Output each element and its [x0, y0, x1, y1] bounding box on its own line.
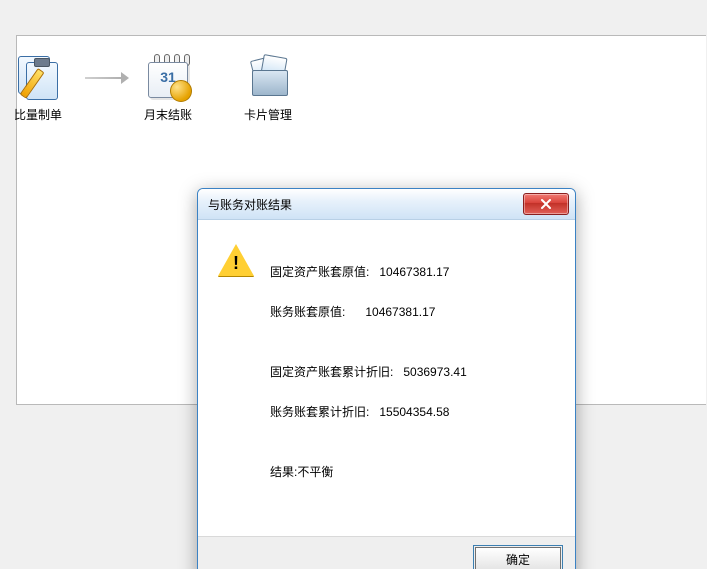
value-fin-original: 10467381.17: [365, 305, 435, 319]
tool-card-management[interactable]: 卡片管理: [233, 54, 303, 123]
tool-label: 卡片管理: [244, 106, 292, 123]
workflow-arrow: [73, 54, 133, 102]
value-fa-original: 10467381.17: [379, 265, 449, 279]
dialog-titlebar[interactable]: 与账务对账结果: [198, 189, 575, 220]
tool-label: 月末结账: [144, 106, 192, 123]
value-fa-depr: 5036973.41: [403, 365, 466, 379]
value-fin-depr: 15504354.58: [379, 405, 449, 419]
reconciliation-dialog: 与账务对账结果 ! 固定资产账套原值: 10467381.17 账务账套原值: …: [197, 188, 576, 569]
cardbox-icon: [244, 54, 292, 102]
dialog-title: 与账务对账结果: [208, 196, 292, 213]
tool-month-end-close[interactable]: 31 月末结账: [133, 54, 203, 123]
workflow-toolbar: 比量制单 31 月末结账: [3, 54, 303, 123]
ok-button[interactable]: 确定: [475, 547, 561, 569]
tool-label: 比量制单: [14, 106, 62, 123]
dialog-footer: 确定: [198, 536, 575, 569]
dialog-body: ! 固定资产账套原值: 10467381.17 账务账套原值: 10467381…: [198, 220, 575, 536]
warning-icon: !: [218, 244, 254, 522]
dialog-message: 固定资产账套原值: 10467381.17 账务账套原值: 10467381.1…: [270, 242, 467, 522]
arrow-icon: [85, 77, 121, 79]
value-result: 不平衡: [297, 465, 333, 479]
app-stage: 比量制单 31 月末结账: [0, 0, 707, 569]
clipboard-icon: [14, 54, 62, 102]
tool-batch-vouchers[interactable]: 比量制单: [3, 54, 73, 123]
close-icon: [540, 199, 552, 209]
close-button[interactable]: [523, 193, 569, 215]
calendar-icon: 31: [144, 54, 192, 102]
